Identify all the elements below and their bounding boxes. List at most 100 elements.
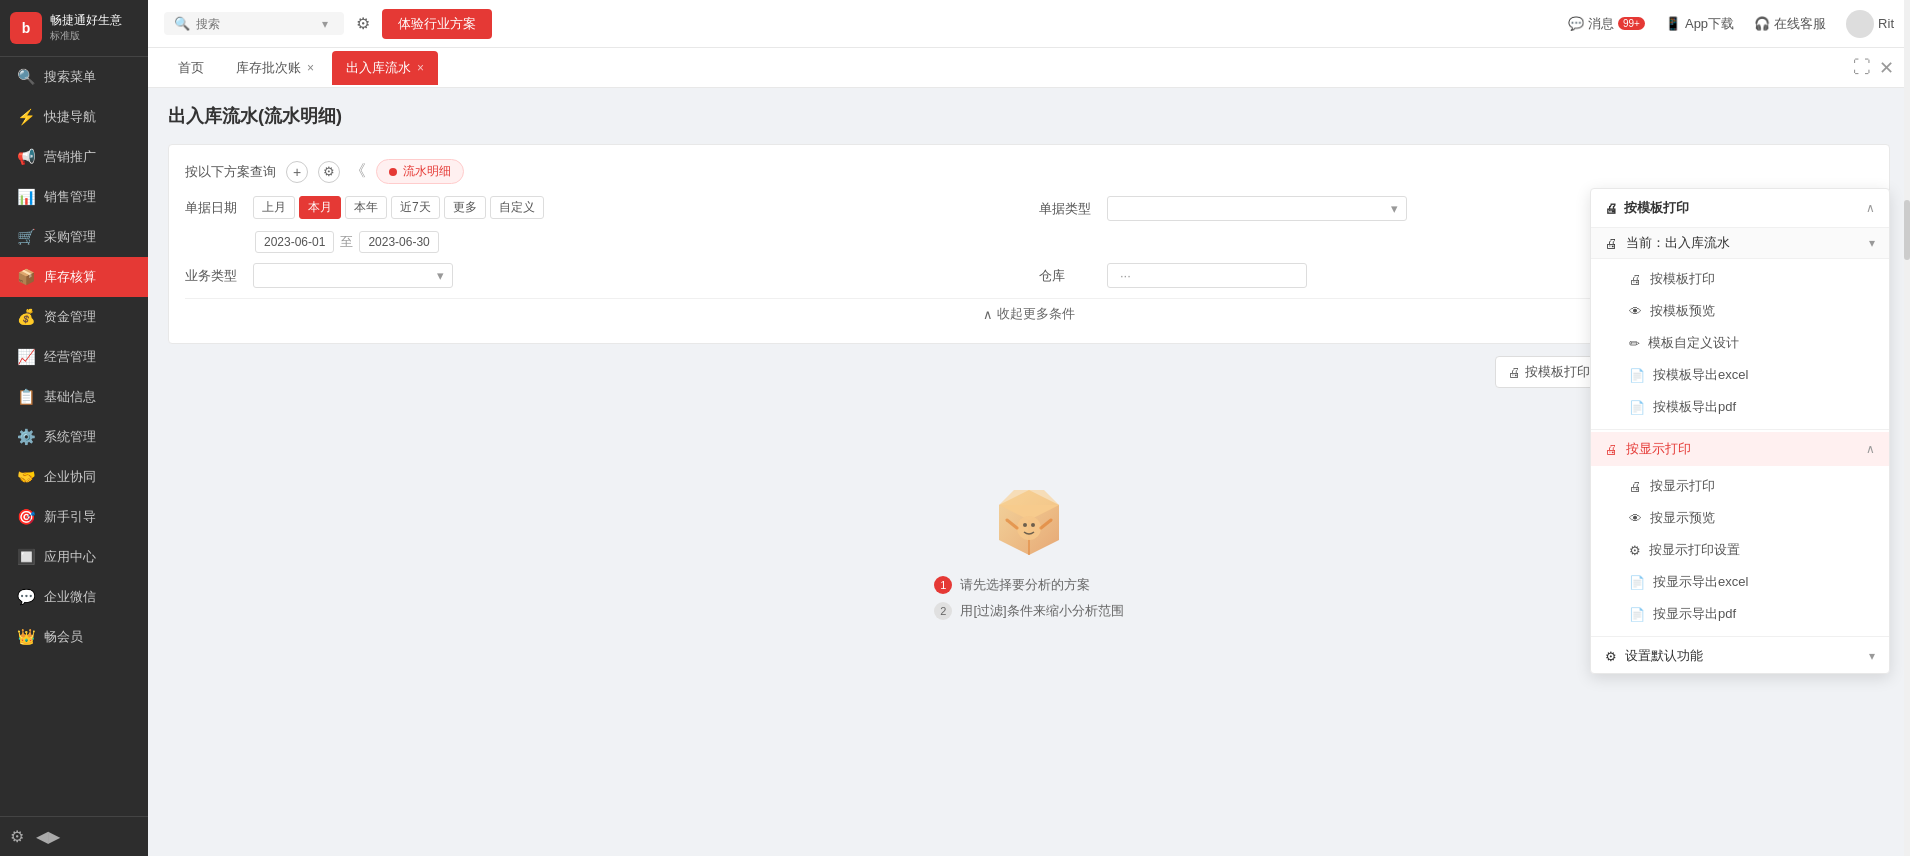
basic-icon: 📋 <box>16 387 36 407</box>
app-download-btn[interactable]: 📱 App下载 <box>1665 15 1734 33</box>
dp-print-icon: 🖨 <box>1629 479 1642 494</box>
sidebar-item-search[interactable]: 🔍搜索菜单 <box>0 57 148 97</box>
topbar-search-box[interactable]: 🔍 ▾ <box>164 12 344 35</box>
filter-add-btn[interactable]: + <box>286 161 308 183</box>
sidebar-item-marketing[interactable]: 📢 营销推广 <box>0 137 148 177</box>
tab-stock-flow-close[interactable]: × <box>417 61 424 75</box>
sidebar-item-label-sales: 销售管理 <box>44 188 96 206</box>
right-scrollbar-thumb[interactable] <box>1904 200 1910 260</box>
display-print-settings-item[interactable]: ⚙ 按显示打印设置 <box>1591 534 1889 566</box>
dp-header-arrow[interactable]: ∧ <box>1866 442 1875 456</box>
collapse-toggle-icon[interactable]: ◀▶ <box>36 827 60 846</box>
biz-type-select[interactable]: ▾ <box>253 263 453 288</box>
date-btn-this-year[interactable]: 本年 <box>345 196 387 219</box>
page-content: 出入库流水(流水明细) 按以下方案查询 + ⚙ 《 流水明细 单据日期 <box>148 88 1910 856</box>
template-export-pdf-item[interactable]: 📄 按模板导出pdf <box>1591 391 1889 423</box>
sidebar-item-purchase[interactable]: 🛒采购管理 <box>0 217 148 257</box>
sidebar-item-label-member: 畅会员 <box>44 628 83 646</box>
template-design-item[interactable]: ✏ 模板自定义设计 <box>1591 327 1889 359</box>
topbar-gear-icon[interactable]: ⚙ <box>356 14 370 33</box>
printer-header-icon: 🖨 <box>1605 201 1618 216</box>
doctype-select[interactable]: ▾ <box>1107 196 1407 221</box>
sidebar-item-member[interactable]: 👑畅会员 <box>0 617 148 657</box>
sidebar-item-operation[interactable]: 📈经营管理 <box>0 337 148 377</box>
tab-inventory-batch[interactable]: 库存批次账 × <box>222 51 328 85</box>
step2-label: 用[过滤]条件来缩小分析范围 <box>960 602 1123 620</box>
sidebar-item-wechat[interactable]: 💬企业微信 <box>0 577 148 617</box>
biz-type-arrow: ▾ <box>437 268 444 283</box>
dropdown-collapse-arrow[interactable]: ∧ <box>1866 201 1875 215</box>
user-menu[interactable]: Rit <box>1846 10 1894 38</box>
display-export-excel-item[interactable]: 📄 按显示导出excel <box>1591 566 1889 598</box>
app-name: 畅捷通好生意 <box>50 13 122 29</box>
settings-icon[interactable]: ⚙ <box>10 827 24 846</box>
tab-close-all-icon[interactable]: ✕ <box>1879 57 1894 79</box>
sidebar-item-label-marketing: 营销推广 <box>44 148 96 166</box>
sidebar-item-basic[interactable]: 📋 基础信息 <box>0 377 148 417</box>
date-btn-this-month[interactable]: 本月 <box>299 196 341 219</box>
marketing-icon: 📢 <box>16 147 36 167</box>
collapse-label: 收起更多条件 <box>997 305 1075 323</box>
dp-header-icon: 🖨 <box>1605 442 1618 457</box>
purchase-icon: 🛒 <box>16 227 36 247</box>
tab-inventory-batch-close[interactable]: × <box>307 61 314 75</box>
sidebar-item-system[interactable]: ⚙️系统管理 <box>0 417 148 457</box>
display-preview-item[interactable]: 👁 按显示预览 <box>1591 502 1889 534</box>
sidebar-item-sales[interactable]: 📊销售管理 <box>0 177 148 217</box>
sidebar-item-inventory[interactable]: 📦库存核算 <box>0 257 148 297</box>
filter-gear-btn[interactable]: ⚙ <box>318 161 340 183</box>
date-btn-7days[interactable]: 近7天 <box>391 196 440 219</box>
date-to-input[interactable]: 2023-06-30 <box>359 231 438 253</box>
warehouse-select[interactable]: ··· <box>1107 263 1307 288</box>
empty-steps: 1 请先选择要分析的方案 2 用[过滤]条件来缩小分析范围 <box>934 576 1123 628</box>
set-default-item[interactable]: ⚙ 设置默认功能 ▾ <box>1591 639 1889 673</box>
filter-top-bar: 按以下方案查询 + ⚙ 《 流水明细 <box>185 159 1873 184</box>
sidebar-item-guide[interactable]: 🎯新手引导 <box>0 497 148 537</box>
search-dropdown-icon[interactable]: ▾ <box>322 17 328 31</box>
tab-expand-icon[interactable]: ⛶ <box>1853 57 1871 78</box>
dp-settings-icon: ⚙ <box>1629 543 1641 558</box>
set-default-arrow[interactable]: ▾ <box>1869 649 1875 663</box>
set-default-icon: ⚙ <box>1605 649 1617 664</box>
online-service-btn[interactable]: 🎧 在线客服 <box>1754 15 1826 33</box>
sidebar-item-label-basic: 基础信息 <box>44 388 96 406</box>
date-btn-custom[interactable]: 自定义 <box>490 196 544 219</box>
current-arrow[interactable]: ▾ <box>1869 236 1875 250</box>
set-default-label: 设置默认功能 <box>1625 647 1703 665</box>
tab-home[interactable]: 首页 <box>164 51 218 85</box>
display-export-pdf-item[interactable]: 📄 按显示导出pdf <box>1591 598 1889 630</box>
operation-icon: 📈 <box>16 347 36 367</box>
date-btn-last-month[interactable]: 上月 <box>253 196 295 219</box>
date-btn-more[interactable]: 更多 <box>444 196 486 219</box>
message-btn[interactable]: 💬 消息 99+ <box>1568 15 1645 33</box>
sidebar-item-apps[interactable]: 🔲应用中心 <box>0 537 148 577</box>
print-dropdown-panel: 🖨 按模板打印 ∧ 🖨 当前：出入库流水 ▾ 🖨 按模板打印 👁 按 <box>1590 188 1890 674</box>
wechat-icon: 💬 <box>16 587 36 607</box>
filter-tag-label: 流水明细 <box>403 163 451 180</box>
avatar <box>1846 10 1874 38</box>
date-field-label: 单据日期 <box>185 199 245 217</box>
sidebar-item-label-collab: 企业协同 <box>44 468 96 486</box>
sidebar-item-quicknav[interactable]: ⚡快捷导航 <box>0 97 148 137</box>
tp-design-label: 模板自定义设计 <box>1648 334 1739 352</box>
filter-left-collapse-btn[interactable]: 《 <box>350 161 366 182</box>
search-input[interactable] <box>196 17 316 31</box>
tab-stock-flow-label: 出入库流水 <box>346 59 411 77</box>
tab-inventory-batch-label: 库存批次账 <box>236 59 301 77</box>
sidebar-item-finance[interactable]: 💰资金管理 <box>0 297 148 337</box>
printer-icon: 🖨 <box>1508 365 1521 380</box>
tab-stock-flow[interactable]: 出入库流水 × <box>332 51 438 85</box>
template-print-item[interactable]: 🖨 按模板打印 <box>1591 263 1889 295</box>
svg-point-5 <box>1023 523 1027 527</box>
display-print-header[interactable]: 🖨 按显示打印 ∧ <box>1591 432 1889 466</box>
user-name: Rit <box>1878 16 1894 31</box>
template-preview-item[interactable]: 👁 按模板预览 <box>1591 295 1889 327</box>
trial-btn[interactable]: 体验行业方案 <box>382 9 492 39</box>
sidebar-item-label-search: 搜索菜单 <box>44 68 96 86</box>
warehouse-dots[interactable]: ··· <box>1120 268 1131 283</box>
template-export-excel-item[interactable]: 📄 按模板导出excel <box>1591 359 1889 391</box>
filter-tag-liushui[interactable]: 流水明细 <box>376 159 464 184</box>
display-print-item[interactable]: 🖨 按显示打印 <box>1591 470 1889 502</box>
date-from-input[interactable]: 2023-06-01 <box>255 231 334 253</box>
sidebar-item-collab[interactable]: 🤝企业协同 <box>0 457 148 497</box>
